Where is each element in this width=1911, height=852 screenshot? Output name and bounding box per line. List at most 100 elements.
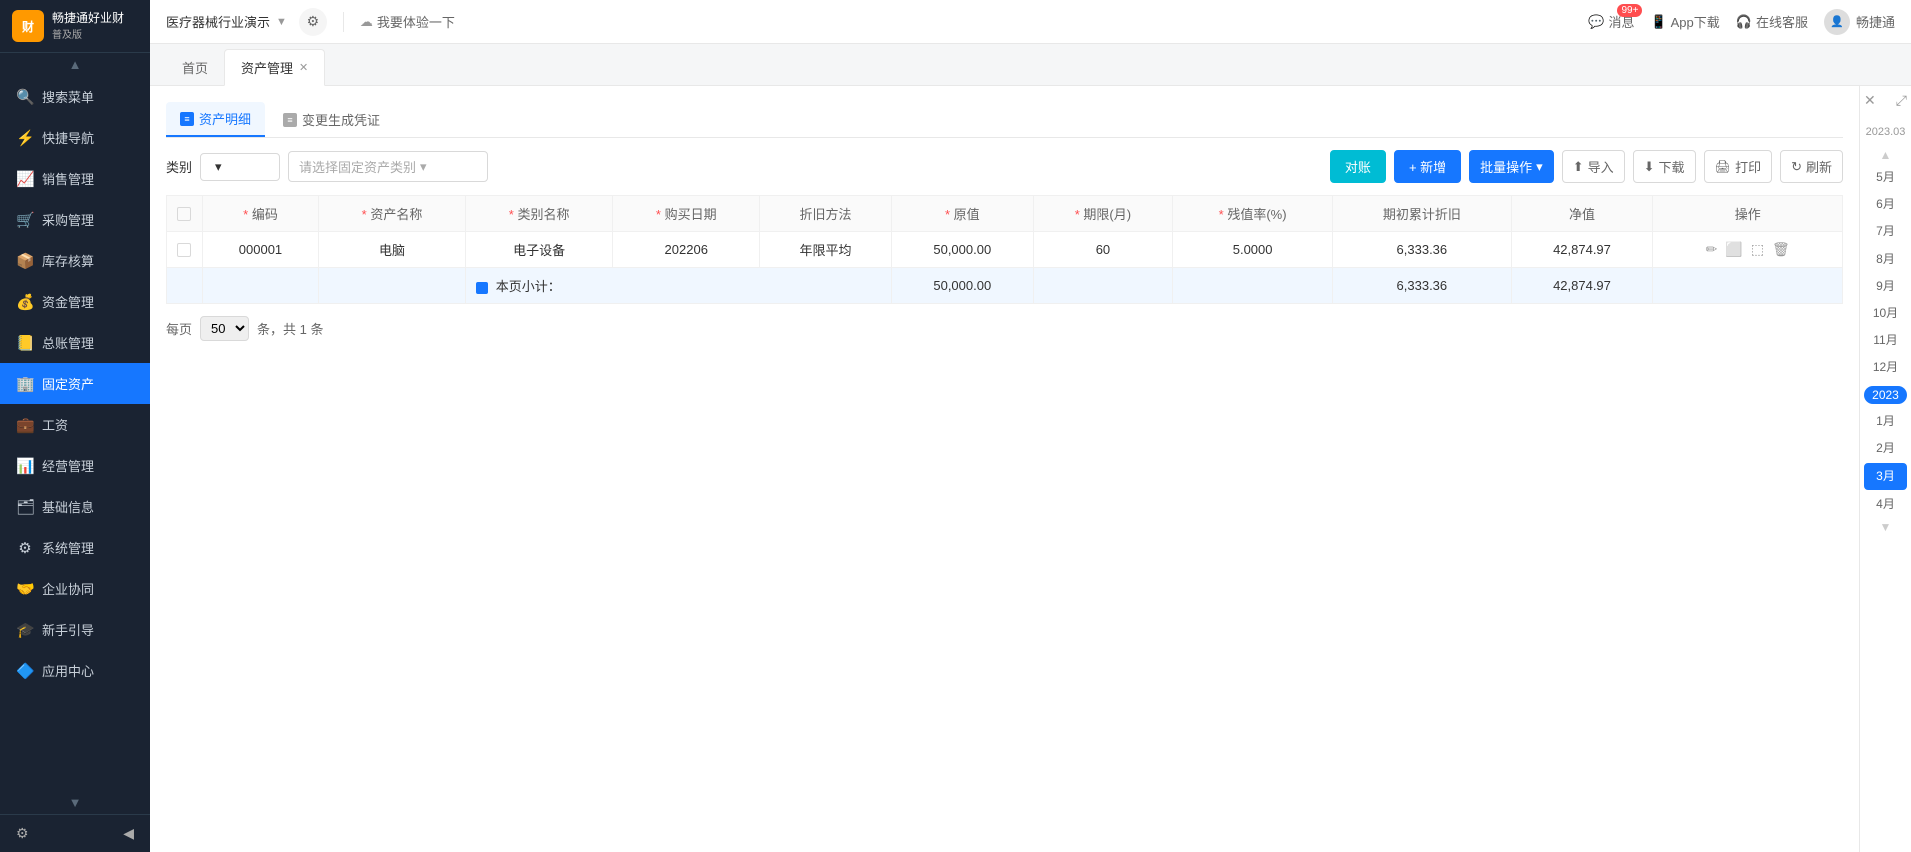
select-all-checkbox[interactable] — [177, 207, 191, 221]
panel-month-sep[interactable]: 9月 — [1860, 273, 1911, 300]
panel-month-dec[interactable]: 12月 — [1860, 354, 1911, 381]
app-download-btn[interactable]: 📱 App下载 — [1650, 12, 1719, 31]
refresh-label: 刷新 — [1806, 157, 1832, 176]
sidebar-item-guide[interactable]: 🎓 新手引导 — [0, 609, 150, 650]
right-panel-close-btn[interactable]: ✕ — [1864, 92, 1876, 109]
panel-month-apr[interactable]: 4月 — [1860, 491, 1911, 518]
sub-tab-asset-detail[interactable]: ≡ 资产明细 — [166, 102, 265, 137]
sidebar-item-label: 库存核算 — [42, 251, 94, 270]
refresh-btn[interactable]: ↻ 刷新 — [1780, 150, 1843, 183]
batch-btn[interactable]: 批量操作 ▾ — [1469, 150, 1554, 183]
tabs-bar: 首页 资产管理 ✕ — [150, 44, 1911, 86]
panel-month-jan[interactable]: 1月 — [1860, 408, 1911, 435]
change-voucher-tab-icon: ≡ — [283, 113, 297, 127]
edit-icon[interactable]: ✏ — [1706, 241, 1718, 258]
import-btn[interactable]: ⬆ 导入 — [1562, 150, 1625, 183]
panel-scroll-down[interactable]: ▼ — [1878, 518, 1894, 536]
sidebar-item-label: 应用中心 — [42, 661, 94, 680]
per-page-select[interactable]: 50 — [200, 316, 249, 341]
sidebar-item-search[interactable]: 🔍 搜索菜单 — [0, 76, 150, 117]
sidebar-item-basic[interactable]: 🗂 基础信息 — [0, 486, 150, 527]
per-page-label: 每页 — [166, 319, 192, 338]
subtotal-row: 本页小计： 50,000.00 6,333.36 42,874.97 — [167, 268, 1843, 304]
tab-asset-mgmt[interactable]: 资产管理 ✕ — [224, 49, 325, 86]
sidebar-item-label: 基础信息 — [42, 497, 94, 516]
panel-month-jun[interactable]: 6月 — [1860, 191, 1911, 218]
sidebar-item-system[interactable]: ⚙ 系统管理 — [0, 527, 150, 568]
app-logo[interactable]: 财 畅捷通好业财 普及版 — [0, 0, 150, 53]
collapse-icon[interactable]: ◀ — [123, 825, 134, 842]
total-label: 条，共 1 条 — [257, 319, 323, 338]
import-label: 导入 — [1588, 157, 1614, 176]
ledger-icon: 📒 — [16, 334, 34, 352]
sidebar-item-sales[interactable]: 📈 销售管理 — [0, 158, 150, 199]
sidebar-item-enterprise[interactable]: 🤝 企业协同 — [0, 568, 150, 609]
user-menu[interactable]: 👤 畅捷通 — [1824, 9, 1895, 35]
topbar-settings-btn[interactable]: ⚙ — [299, 8, 327, 36]
page-main: ≡ 资产明细 ≡ 变更生成凭证 类别 ▾ 请选择固定资产类别 — [150, 86, 1859, 852]
cloud-icon: ☁ — [360, 14, 373, 30]
experience-btn[interactable]: ☁ 我要体验一下 — [360, 12, 455, 31]
subtotal-original-value: 50,000.00 — [891, 268, 1033, 304]
quicknav-icon: ⚡ — [16, 129, 34, 147]
category-filter-select[interactable]: ▾ — [200, 153, 280, 181]
toolbar: 类别 ▾ 请选择固定资产类别 ▾ 对账 + 新增 — [166, 150, 1843, 183]
tab-home[interactable]: 首页 — [166, 50, 224, 85]
settings-bottom-icon[interactable]: ⚙ — [16, 825, 29, 842]
panel-scroll-up[interactable]: ▲ — [1878, 146, 1894, 164]
row-purchase-date: 202206 — [613, 232, 760, 268]
th-depreciation-method: 折旧方法 — [760, 196, 892, 232]
sidebar-item-capital[interactable]: 💰 资金管理 — [0, 281, 150, 322]
sidebar-scroll-up[interactable]: ▲ — [0, 53, 150, 76]
th-residual-rate: 残值率(%) — [1173, 196, 1333, 232]
new-btn[interactable]: + 新增 — [1394, 150, 1461, 183]
panel-month-nov[interactable]: 11月 — [1860, 327, 1911, 354]
sidebar-item-inventory[interactable]: 📦 库存核算 — [0, 240, 150, 281]
sidebar-menu: 🔍 搜索菜单 ⚡ 快捷导航 📈 销售管理 🛒 采购管理 📦 库存核算 💰 资金管… — [0, 76, 150, 791]
sidebar-item-operations[interactable]: 📊 经营管理 — [0, 445, 150, 486]
row-initial-accumulated: 6,333.36 — [1333, 232, 1511, 268]
panel-month-may[interactable]: 5月 — [1860, 164, 1911, 191]
sub-tab-asset-detail-label: 资产明细 — [199, 109, 251, 128]
company-selector[interactable]: 医疗器械行业演示 ▼ — [166, 12, 287, 31]
row-checkbox[interactable] — [177, 243, 191, 257]
tab-home-label: 首页 — [182, 58, 208, 77]
purchase-icon: 🛒 — [16, 211, 34, 229]
subtotal-empty-1 — [167, 268, 203, 304]
sidebar-item-label: 工资 — [42, 415, 68, 434]
category-filter-input[interactable]: 请选择固定资产类别 ▾ — [288, 151, 488, 182]
sidebar-item-ledger[interactable]: 📒 总账管理 — [0, 322, 150, 363]
download-btn[interactable]: ⬇ 下载 — [1633, 150, 1696, 183]
fixed-assets-icon: 🏢 — [16, 375, 34, 393]
delete-icon[interactable]: 🗑 — [1772, 241, 1790, 258]
sidebar-item-payroll[interactable]: 💼 工资 — [0, 404, 150, 445]
support-btn[interactable]: 🎧 在线客服 — [1736, 12, 1808, 31]
subtotal-net-value: 42,874.97 — [1511, 268, 1653, 304]
appstore-icon: 🔷 — [16, 662, 34, 680]
panel-month-jul[interactable]: 7月 — [1860, 218, 1911, 245]
page-content: ≡ 资产明细 ≡ 变更生成凭证 类别 ▾ 请选择固定资产类别 — [150, 86, 1911, 852]
th-purchase-date: 购买日期 — [613, 196, 760, 232]
sidebar-item-quicknav[interactable]: ⚡ 快捷导航 — [0, 117, 150, 158]
panel-month-feb[interactable]: 2月 — [1860, 435, 1911, 462]
reconcile-btn[interactable]: 对账 — [1330, 150, 1386, 183]
sidebar-scroll-down[interactable]: ▼ — [0, 791, 150, 814]
transfer-icon[interactable]: ⬚ — [1751, 241, 1764, 258]
app-name: 畅捷通好业财 — [52, 11, 124, 27]
sidebar-item-purchase[interactable]: 🛒 采购管理 — [0, 199, 150, 240]
right-panel-expand-btn[interactable]: ⤢ — [1896, 92, 1907, 109]
category-input-placeholder: 请选择固定资产类别 — [299, 157, 416, 176]
sidebar-item-fixed[interactable]: 🏢 固定资产 — [0, 363, 150, 404]
copy-icon[interactable]: ⬜ — [1725, 241, 1742, 258]
print-btn[interactable]: 🖨 打印 — [1704, 150, 1773, 183]
sub-tab-change-voucher[interactable]: ≡ 变更生成凭证 — [269, 102, 394, 137]
experience-label: 我要体验一下 — [377, 12, 455, 31]
asset-table: 编码 资产名称 类别名称 购买日期 折旧方法 原值 期限(月) 残值率(%) 期… — [166, 195, 1843, 304]
panel-month-aug[interactable]: 8月 — [1860, 246, 1911, 273]
sidebar-item-appstore[interactable]: 🔷 应用中心 — [0, 650, 150, 691]
panel-month-mar[interactable]: 3月 — [1864, 463, 1907, 490]
year-2023-badge[interactable]: 2023 — [1864, 386, 1907, 404]
messages-btn[interactable]: 💬 消息 99+ — [1588, 12, 1634, 31]
panel-month-oct[interactable]: 10月 — [1860, 300, 1911, 327]
tab-close-icon[interactable]: ✕ — [299, 61, 308, 74]
